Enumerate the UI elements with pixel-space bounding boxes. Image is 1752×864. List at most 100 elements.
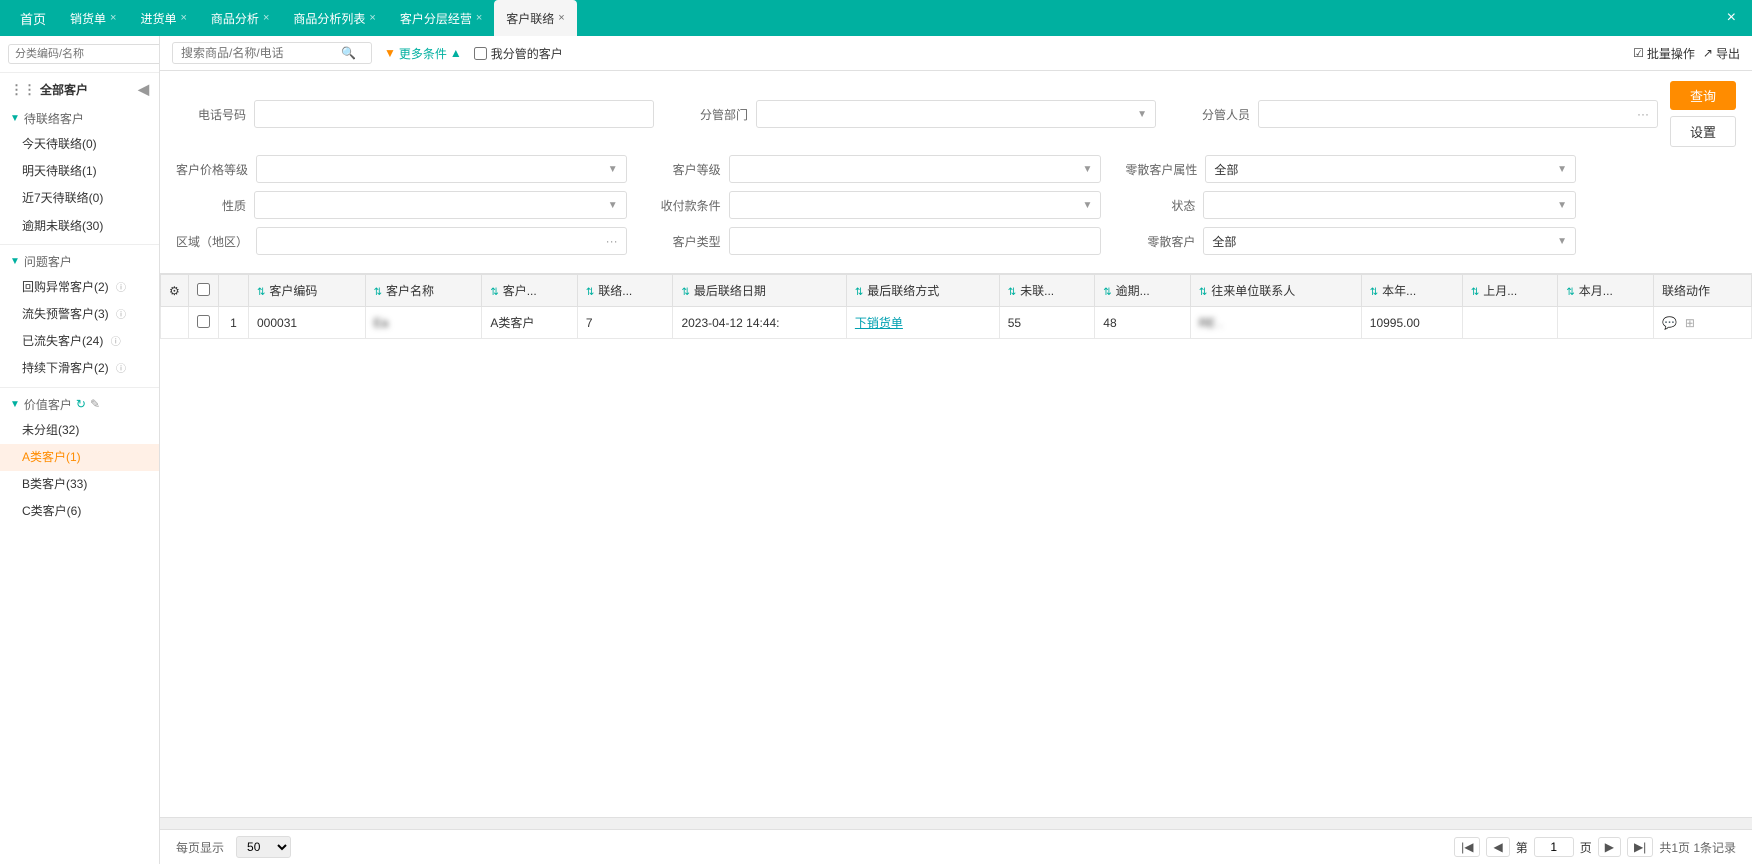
sidebar-all-customers[interactable]: ⋮⋮ 全部客户 ◀ (0, 73, 159, 106)
settings-button[interactable]: 设置 (1670, 116, 1736, 147)
nav-product-analysis-list[interactable]: 商品分析列表 × (281, 0, 387, 36)
sidebar-item-ungrouped[interactable]: 未分组(32) (0, 417, 159, 444)
col-contact-count-sort-icon: ⇅ (586, 287, 594, 298)
filter-my-customers: 我分管的客户 (474, 45, 563, 62)
sidebar-collapse-icon[interactable]: ◀ (138, 81, 149, 98)
select-all-checkbox[interactable] (197, 283, 210, 296)
filter-more-conditions[interactable]: ▼ 更多条件 ▲ (384, 45, 462, 62)
adv-filter-payment: 收付款条件 ▼ (651, 191, 1102, 219)
table-scroll[interactable]: ⚙ ⇅客户编码 ⇅客户名称 (160, 274, 1752, 817)
col-code[interactable]: ⇅客户编码 (249, 275, 366, 307)
per-page-select[interactable]: 50 100 200 (236, 836, 291, 858)
row-checkbox[interactable] (197, 315, 210, 328)
row-year-amount-cell: 10995.00 (1361, 307, 1462, 339)
batch-op-button[interactable]: ☑ 批量操作 (1633, 45, 1695, 62)
sidebar-section-pending[interactable]: ▼ 待联络客户 (0, 106, 159, 131)
sidebar-item-class-b[interactable]: B类客户(33) (0, 471, 159, 498)
filter-search-input[interactable] (181, 46, 341, 60)
main-layout: 🔍 ⋮⋮ 全部客户 ◀ ▼ 待联络客户 今天待联络(0) 明天待联络(1) 近7… (0, 36, 1752, 864)
sidebar-item-today[interactable]: 今天待联络(0) (0, 131, 159, 158)
nav-product-analysis[interactable]: 商品分析 × (199, 0, 281, 36)
status-select[interactable]: ▼ (1203, 191, 1576, 219)
dept-select[interactable]: ▼ (756, 100, 1156, 128)
sidebar-item-churned[interactable]: 已流失客户(24) ⓘ (0, 328, 159, 355)
region-input[interactable]: ··· (256, 227, 627, 255)
close-all-button[interactable]: × (1719, 9, 1744, 27)
col-contacts-sort-icon: ⇅ (1199, 287, 1207, 298)
col-last-month[interactable]: ⇅上月... (1462, 275, 1558, 307)
export-button[interactable]: ↗ 导出 (1703, 45, 1740, 62)
col-type[interactable]: ⇅客户... (482, 275, 578, 307)
sidebar-search-input[interactable] (8, 44, 160, 64)
sidebar-sep-2 (0, 387, 159, 388)
horizontal-scrollbar[interactable] (160, 817, 1752, 829)
col-contacts[interactable]: ⇅往来单位联系人 (1190, 275, 1361, 307)
h-scroll-inner (160, 818, 1360, 829)
nav-purchase-close[interactable]: × (180, 12, 186, 24)
sidebar-item-overdue[interactable]: 逾期未联络(30) (0, 213, 159, 240)
col-actions: 联络动作 (1653, 275, 1751, 307)
nav-customer-segment-close[interactable]: × (476, 12, 482, 24)
person-input[interactable]: ··· (1258, 100, 1658, 128)
col-contact-count[interactable]: ⇅联络... (577, 275, 673, 307)
my-customers-checkbox[interactable] (474, 47, 487, 60)
scatter-customer-arrow-icon: ▼ (1557, 236, 1567, 247)
prev-page-button[interactable]: ◀ (1486, 837, 1509, 857)
col-year-amount[interactable]: ⇅本年... (1361, 275, 1462, 307)
nav-home[interactable]: 首页 (8, 0, 58, 36)
sidebar-section-value[interactable]: ▼ 价值客户 ↻ ✎ (0, 392, 159, 417)
nav-product-analysis-close[interactable]: × (263, 12, 269, 24)
adv-filter-person: 分管人员 ··· (1180, 100, 1658, 128)
sidebar-item-declining[interactable]: 持续下滑客户(2) ⓘ (0, 355, 159, 382)
top-navigation: 首页 销货单 × 进货单 × 商品分析 × 商品分析列表 × 客户分层经营 × … (0, 0, 1752, 36)
col-not-contacted[interactable]: ⇅未联... (999, 275, 1095, 307)
refresh-icon[interactable]: ↻ (76, 397, 86, 411)
query-button[interactable]: 查询 (1670, 81, 1736, 110)
page-number-input[interactable] (1534, 837, 1574, 857)
sidebar-item-churn-warning[interactable]: 流失预警客户(3) ⓘ (0, 301, 159, 328)
sidebar: 🔍 ⋮⋮ 全部客户 ◀ ▼ 待联络客户 今天待联络(0) 明天待联络(1) 近7… (0, 36, 160, 864)
scatter-attr-select[interactable]: 全部 ▼ (1205, 155, 1576, 183)
contacts-blurred: RE . (1199, 316, 1222, 330)
price-level-arrow-icon: ▼ (608, 164, 618, 175)
pagination: |◀ ◀ 第 页 ▶ ▶| 共1页 1条记录 (1454, 837, 1736, 857)
nav-purchase[interactable]: 进货单 × (128, 0, 198, 36)
adv-filter-phone: 电话号码 (176, 100, 654, 128)
settings-gear-icon[interactable]: ⚙ (169, 284, 180, 298)
first-page-button[interactable]: |◀ (1454, 837, 1480, 857)
payment-select[interactable]: ▼ (729, 191, 1102, 219)
nav-sales[interactable]: 销货单 × (58, 0, 128, 36)
last-page-button[interactable]: ▶| (1627, 837, 1653, 857)
sidebar-item-class-c[interactable]: C类客户(6) (0, 498, 159, 525)
sidebar-item-tomorrow[interactable]: 明天待联络(1) (0, 158, 159, 185)
sidebar-item-repurchase-abnormal[interactable]: 回购异常客户(2) ⓘ (0, 274, 159, 301)
col-overdue-sort-icon: ⇅ (1103, 287, 1111, 298)
col-last-date[interactable]: ⇅最后联络日期 (673, 275, 846, 307)
sidebar-item-7days[interactable]: 近7天待联络(0) (0, 185, 159, 212)
sidebar-section-problem[interactable]: ▼ 问题客户 (0, 249, 159, 274)
edit-icon[interactable]: ✎ (90, 397, 100, 411)
nav-sales-close[interactable]: × (110, 12, 116, 24)
next-page-button[interactable]: ▶ (1598, 837, 1621, 857)
nav-customer-contact[interactable]: 客户联络 × (494, 0, 576, 36)
col-settings[interactable]: ⚙ (161, 275, 189, 307)
price-level-select[interactable]: ▼ (256, 155, 627, 183)
filter-search-button[interactable]: 🔍 (341, 46, 356, 60)
sidebar-item-class-a[interactable]: A类客户(1) (0, 444, 159, 471)
nav-product-analysis-list-close[interactable]: × (369, 12, 375, 24)
phone-input[interactable] (254, 100, 654, 128)
customer-type-input[interactable] (729, 227, 1102, 255)
qr-action-icon[interactable]: ⊞ (1685, 316, 1695, 330)
nature-select[interactable]: ▼ (254, 191, 627, 219)
col-name[interactable]: ⇅客户名称 (365, 275, 482, 307)
nav-customer-contact-close[interactable]: × (558, 12, 564, 24)
scatter-customer-select[interactable]: 全部 ▼ (1203, 227, 1576, 255)
row-last-date-cell: 2023-04-12 14:44: (673, 307, 846, 339)
nav-customer-segment[interactable]: 客户分层经营 × (388, 0, 494, 36)
col-last-method[interactable]: ⇅最后联络方式 (846, 275, 999, 307)
chat-action-icon[interactable]: 💬 (1662, 316, 1677, 330)
col-overdue[interactable]: ⇅逾期... (1095, 275, 1191, 307)
customer-level-select[interactable]: ▼ (729, 155, 1102, 183)
last-contact-method-link[interactable]: 下销货单 (855, 316, 903, 330)
col-this-month[interactable]: ⇅本月... (1558, 275, 1654, 307)
